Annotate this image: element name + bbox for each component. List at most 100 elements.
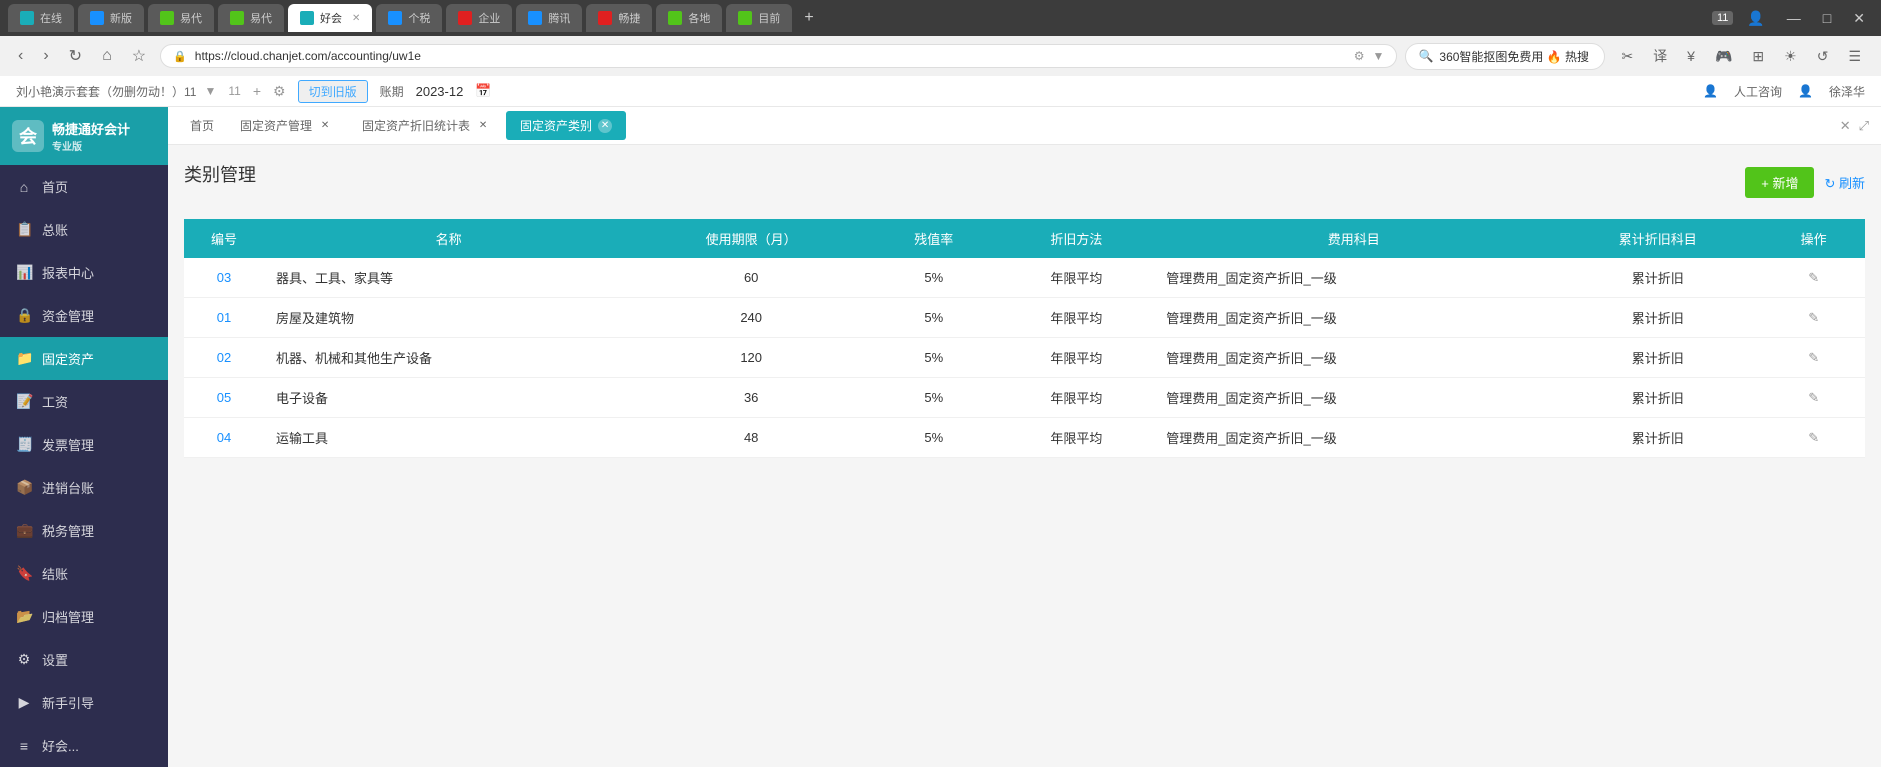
sidebar-item-checkout[interactable]: 🔖 结账 xyxy=(0,552,168,595)
sidebar-label-salary: 工资 xyxy=(42,392,68,411)
tab-home[interactable]: 首页 xyxy=(180,111,224,140)
search-text: 360智能抠图免费用 🔥 热搜 xyxy=(1439,48,1589,65)
tax-icon: 💼 xyxy=(16,522,32,539)
tab-bar-expand-icon[interactable]: ⤢ xyxy=(1859,118,1869,134)
sidebar-item-fund[interactable]: 🔒 资金管理 xyxy=(0,294,168,337)
cell-period-4: 48 xyxy=(633,418,869,458)
sidebar-item-report[interactable]: 📊 报表中心 xyxy=(0,251,168,294)
sidebar-item-settings[interactable]: ⚙ 设置 xyxy=(0,638,168,681)
sidebar-item-guide[interactable]: ▶ 新手引导 xyxy=(0,681,168,724)
wallet-icon[interactable]: ¥ xyxy=(1679,44,1703,68)
cell-operation-0[interactable]: ✎ xyxy=(1762,258,1865,298)
security-lock-icon: 🔒 xyxy=(173,50,187,63)
search-bar[interactable]: 🔍 360智能抠图免费用 🔥 热搜 xyxy=(1405,43,1605,70)
tab-fixed-asset-category[interactable]: 固定资产类别 ✕ xyxy=(506,111,626,140)
tab-fixed-asset-mgr[interactable]: 固定资产管理 ✕ xyxy=(226,111,346,140)
tab-icon-5 xyxy=(300,11,314,25)
page-title: 类别管理 xyxy=(184,161,256,187)
browser-tab-7[interactable]: 企业 xyxy=(446,4,512,32)
sidebar-item-more[interactable]: ≡ 好会... xyxy=(0,724,168,767)
edit-icon-1[interactable]: ✎ xyxy=(1808,310,1819,325)
edit-icon-4[interactable]: ✎ xyxy=(1808,430,1819,445)
cell-code-4[interactable]: 04 xyxy=(184,418,264,458)
browser-tab-2[interactable]: 新版 xyxy=(78,4,144,32)
sidebar-label-report: 报表中心 xyxy=(42,263,94,282)
cell-operation-3[interactable]: ✎ xyxy=(1762,378,1865,418)
minimize-icon[interactable]: — xyxy=(1779,6,1809,30)
bookmark-button[interactable]: ☆ xyxy=(126,42,152,70)
plus-icon[interactable]: + xyxy=(253,83,261,99)
edit-icon-2[interactable]: ✎ xyxy=(1808,350,1819,365)
browser-tab-6[interactable]: 个税 xyxy=(376,4,442,32)
maximize-icon[interactable]: □ xyxy=(1815,6,1839,30)
cut-icon[interactable]: ✂ xyxy=(1613,44,1641,69)
profile-icon[interactable]: 👤 xyxy=(1739,6,1772,31)
browser-tab-11[interactable]: 目前 xyxy=(726,4,792,32)
refresh-button[interactable]: ↻ 刷新 xyxy=(1824,173,1865,192)
tab-fixed-asset-category-close[interactable]: ✕ xyxy=(598,119,612,133)
settings-icon[interactable]: ⚙ xyxy=(273,83,286,100)
cell-code-0[interactable]: 03 xyxy=(184,258,264,298)
help-text[interactable]: 人工咨询 xyxy=(1734,83,1782,100)
back-button[interactable]: ‹ xyxy=(12,43,29,69)
edit-icon-0[interactable]: ✎ xyxy=(1808,270,1819,285)
new-tab-button[interactable]: + xyxy=(796,9,821,27)
sidebar-label-ledger: 总账 xyxy=(42,220,68,239)
browser-tab-close-5[interactable]: ✕ xyxy=(352,13,360,24)
menu-icon[interactable]: ☰ xyxy=(1840,44,1869,69)
cell-code-2[interactable]: 02 xyxy=(184,338,264,378)
sidebar-item-invoice[interactable]: 🧾 发票管理 xyxy=(0,423,168,466)
cell-residual-3: 5% xyxy=(869,378,998,418)
sidebar-item-ledger[interactable]: 📋 总账 xyxy=(0,208,168,251)
tab-depreciation-stat-close[interactable]: ✕ xyxy=(476,119,490,133)
cell-expense-4: 管理费用_固定资产折旧_一级 xyxy=(1154,418,1553,458)
sidebar-label-invoice: 发票管理 xyxy=(42,435,94,454)
sidebar-item-inventory[interactable]: 📦 进销台账 xyxy=(0,466,168,509)
browser-tab-5[interactable]: 好会 ✕ xyxy=(288,4,372,32)
edit-icon-3[interactable]: ✎ xyxy=(1808,390,1819,405)
sidebar-item-home[interactable]: ⌂ 首页 xyxy=(0,165,168,208)
translate-icon[interactable]: 译 xyxy=(1645,42,1675,70)
sidebar-item-tax[interactable]: 💼 税务管理 xyxy=(0,509,168,552)
browser-tab-4[interactable]: 易代 xyxy=(218,4,284,32)
cell-period-3: 36 xyxy=(633,378,869,418)
sidebar-label-tax: 税务管理 xyxy=(42,521,94,540)
forward-button[interactable]: › xyxy=(37,43,54,69)
tab-bar-close-icon[interactable]: ✕ xyxy=(1840,118,1851,134)
header-right: 👤 人工咨询 👤 徐泽华 xyxy=(1703,83,1865,100)
browser-tab-9[interactable]: 畅捷 xyxy=(586,4,652,32)
switch-version-button[interactable]: 切到旧版 xyxy=(298,80,368,103)
sidebar-item-archive[interactable]: 📂 归档管理 xyxy=(0,595,168,638)
dropdown-arrow-icon[interactable]: ▼ xyxy=(204,84,216,98)
calendar-icon[interactable]: 📅 xyxy=(475,83,491,99)
browser-tab-1[interactable]: 在线 xyxy=(8,4,74,32)
grid-icon[interactable]: ⊞ xyxy=(1744,44,1772,69)
tab-fixed-asset-mgr-close[interactable]: ✕ xyxy=(318,119,332,133)
close-window-icon[interactable]: ✕ xyxy=(1845,6,1873,31)
browser-tab-10[interactable]: 各地 xyxy=(656,4,722,32)
sidebar-item-salary[interactable]: 📝 工资 xyxy=(0,380,168,423)
cell-operation-2[interactable]: ✎ xyxy=(1762,338,1865,378)
cell-code-1[interactable]: 01 xyxy=(184,298,264,338)
home-button[interactable]: ⌂ xyxy=(96,43,118,69)
address-bar[interactable]: 🔒 https://cloud.chanjet.com/accounting/u… xyxy=(160,44,1397,68)
cell-code-3[interactable]: 05 xyxy=(184,378,264,418)
cell-operation-4[interactable]: ✎ xyxy=(1762,418,1865,458)
tab-depreciation-stat-label: 固定资产折旧统计表 xyxy=(362,117,470,134)
dropdown-icon[interactable]: ▼ xyxy=(1373,49,1385,63)
sidebar-item-fixed-asset[interactable]: 📁 固定资产 xyxy=(0,337,168,380)
table-row: 01 房屋及建筑物 240 5% 年限平均 管理费用_固定资产折旧_一级 累计折… xyxy=(184,298,1865,338)
col-operation: 操作 xyxy=(1762,219,1865,258)
brightness-icon[interactable]: ☀ xyxy=(1776,44,1805,69)
cell-expense-0: 管理费用_固定资产折旧_一级 xyxy=(1154,258,1553,298)
browser-tab-3[interactable]: 易代 xyxy=(148,4,214,32)
undo-icon[interactable]: ↺ xyxy=(1809,44,1837,69)
cell-operation-1[interactable]: ✎ xyxy=(1762,298,1865,338)
browser-toolbar: ✂ 译 ¥ 🎮 ⊞ ☀ ↺ ☰ xyxy=(1613,42,1869,70)
user-info-text: 刘小艳演示套套（勿删勿动！）11 xyxy=(16,83,196,100)
add-button[interactable]: + 新增 xyxy=(1745,167,1814,198)
reload-button[interactable]: ↻ xyxy=(63,42,88,70)
game-icon[interactable]: 🎮 xyxy=(1707,44,1740,69)
tab-depreciation-stat[interactable]: 固定资产折旧统计表 ✕ xyxy=(348,111,504,140)
browser-tab-8[interactable]: 腾讯 xyxy=(516,4,582,32)
